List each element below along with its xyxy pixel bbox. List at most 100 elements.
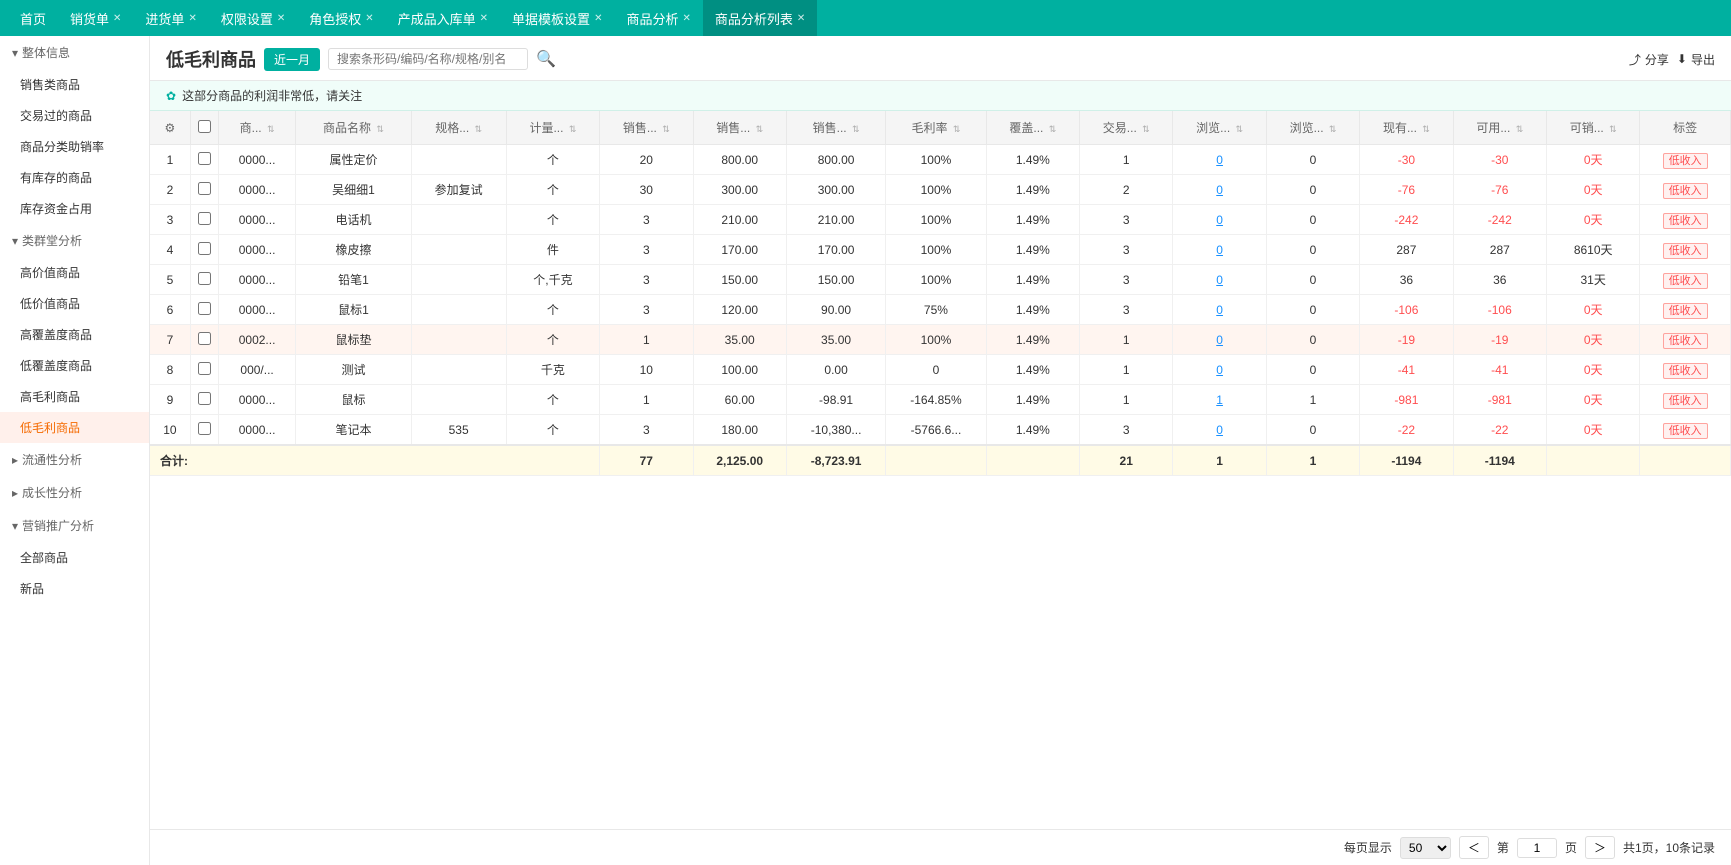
row-checkbox[interactable] — [198, 152, 211, 165]
cell-checkbox[interactable] — [190, 235, 218, 265]
cell-browse1[interactable]: 0 — [1173, 355, 1266, 385]
cell-checkbox[interactable] — [190, 385, 218, 415]
sidebar-item-stock-goods[interactable]: 有库存的商品 — [0, 162, 149, 193]
search-input[interactable] — [328, 48, 528, 70]
row-checkbox[interactable] — [198, 272, 211, 285]
select-all-checkbox[interactable] — [198, 120, 211, 133]
search-icon-button[interactable]: 🔍 — [536, 49, 556, 69]
nav-permission[interactable]: 权限设置 ✕ — [209, 0, 297, 36]
sidebar-group-marketing[interactable]: ▾ 营销推广分析 — [0, 509, 149, 542]
cell-browse2: 0 — [1266, 145, 1359, 175]
sidebar-item-high-coverage[interactable]: 高覆盖度商品 — [0, 319, 149, 350]
col-unit[interactable]: 计量... ⇅ — [506, 111, 599, 145]
cell-checkbox[interactable] — [190, 265, 218, 295]
prev-page-button[interactable]: ＜ — [1459, 836, 1489, 859]
nav-purchase-order[interactable]: 进货单 ✕ — [133, 0, 208, 36]
row-checkbox[interactable] — [198, 182, 211, 195]
cell-browse1[interactable]: 1 — [1173, 385, 1266, 415]
nav-close-goods-analysis[interactable]: ✕ — [682, 13, 690, 24]
col-settings[interactable]: ⚙ — [150, 111, 190, 145]
cell-browse1[interactable]: 0 — [1173, 205, 1266, 235]
nav-close-purchase[interactable]: ✕ — [188, 13, 196, 24]
col-available[interactable]: 可用... ⇅ — [1453, 111, 1546, 145]
row-checkbox[interactable] — [198, 212, 211, 225]
row-checkbox[interactable] — [198, 302, 211, 315]
col-tag[interactable]: 标签 — [1640, 111, 1731, 145]
nav-sales-order[interactable]: 销货单 ✕ — [58, 0, 133, 36]
sidebar-group-overall[interactable]: ▾ 整体信息 — [0, 36, 149, 69]
nav-product-instock[interactable]: 产成品入库单 ✕ — [386, 0, 500, 36]
cell-sellable: 0天 — [1546, 205, 1639, 235]
cell-browse1[interactable]: 0 — [1173, 145, 1266, 175]
col-spec[interactable]: 规格... ⇅ — [411, 111, 506, 145]
period-button[interactable]: 近一月 — [264, 48, 320, 71]
row-checkbox[interactable] — [198, 332, 211, 345]
col-sales-profit[interactable]: 销售... ⇅ — [786, 111, 885, 145]
page-number-input[interactable] — [1517, 838, 1557, 858]
nav-close-sales-order[interactable]: ✕ — [113, 13, 121, 24]
sidebar-item-high-value[interactable]: 高价值商品 — [0, 257, 149, 288]
row-checkbox[interactable] — [198, 242, 211, 255]
sidebar-item-low-value[interactable]: 低价值商品 — [0, 288, 149, 319]
col-trade-count[interactable]: 交易... ⇅ — [1080, 111, 1173, 145]
export-button[interactable]: ⬇ 导出 — [1677, 51, 1715, 68]
cell-browse1[interactable]: 0 — [1173, 175, 1266, 205]
nav-role-auth[interactable]: 角色授权 ✕ — [297, 0, 385, 36]
cell-sales-price: 210.00 — [693, 205, 786, 235]
sidebar-group-cluster[interactable]: ▾ 类群堂分析 — [0, 224, 149, 257]
sidebar-item-category-rate[interactable]: 商品分类助销率 — [0, 131, 149, 162]
nav-close-product-instock[interactable]: ✕ — [480, 13, 488, 24]
data-table-wrapper[interactable]: ⚙ 商... ⇅ 商品名称 ⇅ 规格... ⇅ 计量... ⇅ 销售... ⇅ … — [150, 111, 1731, 829]
cell-browse1[interactable]: 0 — [1173, 325, 1266, 355]
cell-browse1[interactable]: 0 — [1173, 415, 1266, 446]
sidebar-item-traded-goods[interactable]: 交易过的商品 — [0, 100, 149, 131]
col-sellable[interactable]: 可销... ⇅ — [1546, 111, 1639, 145]
nav-close-permission[interactable]: ✕ — [277, 13, 285, 24]
sidebar-group-growth[interactable]: ▸ 成长性分析 — [0, 476, 149, 509]
nav-goods-analysis-list[interactable]: 商品分析列表 ✕ — [703, 0, 817, 36]
sidebar-item-stock-capital[interactable]: 库存资金占用 — [0, 193, 149, 224]
sidebar-group-circulation[interactable]: ▸ 流通性分析 — [0, 443, 149, 476]
col-browse1[interactable]: 浏览... ⇅ — [1173, 111, 1266, 145]
col-name[interactable]: 商品名称 ⇅ — [296, 111, 411, 145]
cell-checkbox[interactable] — [190, 205, 218, 235]
cell-browse2: 0 — [1266, 265, 1359, 295]
nav-home[interactable]: 首页 — [8, 0, 58, 36]
sidebar-item-low-coverage[interactable]: 低覆盖度商品 — [0, 350, 149, 381]
col-browse2[interactable]: 浏览... ⇅ — [1266, 111, 1359, 145]
cell-browse1[interactable]: 0 — [1173, 265, 1266, 295]
nav-template-settings[interactable]: 单据模板设置 ✕ — [500, 0, 614, 36]
share-button[interactable]: ⤴ 分享 — [1629, 51, 1669, 68]
col-checkbox[interactable] — [190, 111, 218, 145]
sidebar-item-high-profit[interactable]: 高毛利商品 — [0, 381, 149, 412]
cell-checkbox[interactable] — [190, 325, 218, 355]
col-cover-rate[interactable]: 覆盖... ⇅ — [986, 111, 1079, 145]
row-checkbox[interactable] — [198, 362, 211, 375]
cell-checkbox[interactable] — [190, 175, 218, 205]
cell-browse1[interactable]: 0 — [1173, 295, 1266, 325]
col-sales-price[interactable]: 销售... ⇅ — [693, 111, 786, 145]
cell-spec — [411, 145, 506, 175]
sidebar-item-low-profit[interactable]: 低毛利商品 — [0, 412, 149, 443]
cell-checkbox[interactable] — [190, 295, 218, 325]
cell-checkbox[interactable] — [190, 355, 218, 385]
sidebar-item-new-goods[interactable]: 新品 — [0, 573, 149, 604]
col-sales-qty[interactable]: 销售... ⇅ — [600, 111, 693, 145]
nav-goods-analysis[interactable]: 商品分析 ✕ — [614, 0, 702, 36]
col-gross-rate[interactable]: 毛利率 ⇅ — [886, 111, 986, 145]
col-current-stock[interactable]: 现有... ⇅ — [1360, 111, 1453, 145]
nav-close-role[interactable]: ✕ — [365, 13, 373, 24]
row-checkbox[interactable] — [198, 392, 211, 405]
sidebar-item-all-goods[interactable]: 全部商品 — [0, 542, 149, 573]
sidebar-item-sales-goods[interactable]: 销售类商品 — [0, 69, 149, 100]
nav-close-template[interactable]: ✕ — [594, 13, 602, 24]
cell-checkbox[interactable] — [190, 415, 218, 446]
next-page-button[interactable]: ＞ — [1585, 836, 1615, 859]
table-row: 7 0002... 鼠标垫 个 1 35.00 35.00 100% 1.49%… — [150, 325, 1731, 355]
col-code[interactable]: 商... ⇅ — [218, 111, 296, 145]
row-checkbox[interactable] — [198, 422, 211, 435]
cell-checkbox[interactable] — [190, 145, 218, 175]
nav-close-goods-list[interactable]: ✕ — [797, 13, 805, 24]
cell-browse1[interactable]: 0 — [1173, 235, 1266, 265]
page-size-select[interactable]: 50 100 200 — [1400, 837, 1451, 859]
